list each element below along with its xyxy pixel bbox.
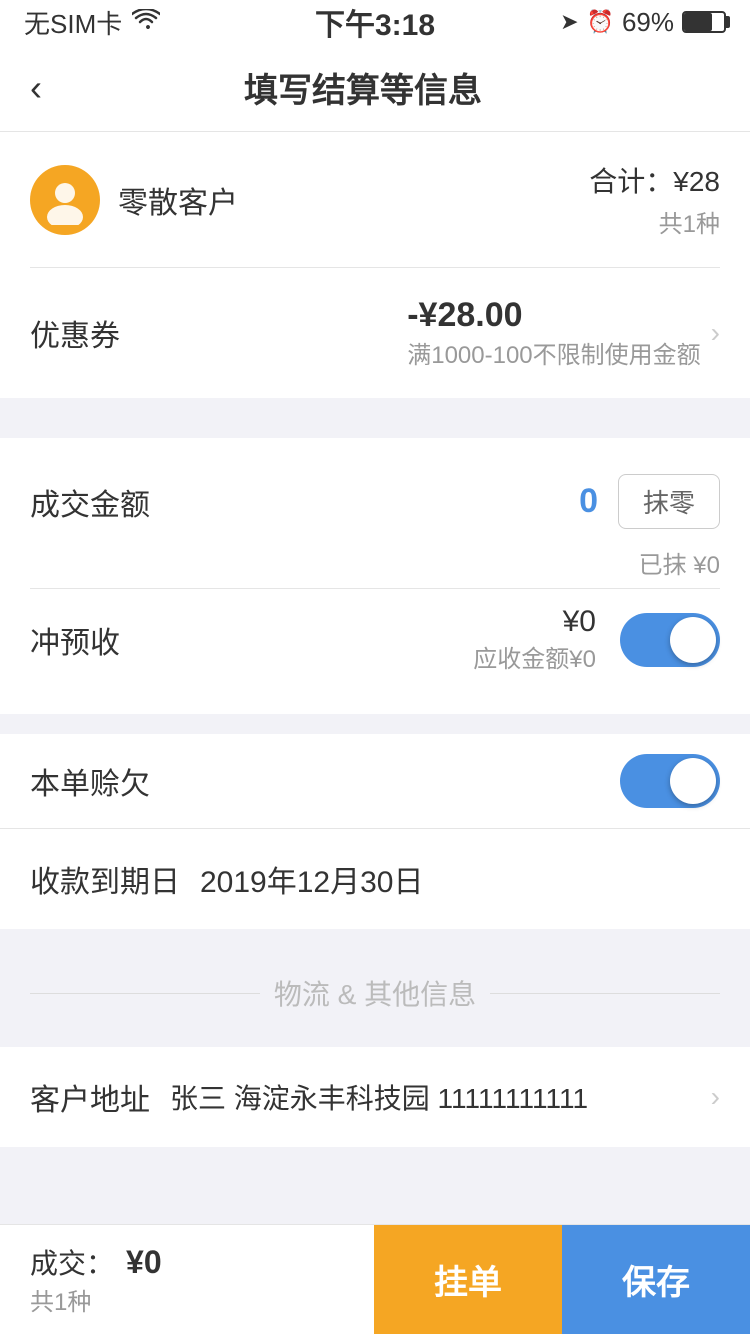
coupon-row[interactable]: 优惠券 -¥28.00 满1000-100不限制使用金额 › [0,268,750,398]
battery-label: 69% [622,7,674,38]
gray-separator-1 [0,418,750,438]
due-date-row[interactable]: 收款到期日 2019年12月30日 [0,829,750,929]
amount-row: 成交金额 0 抹零 [0,458,750,545]
bottom-bar: 成交： ¥0 共1种 挂单 保存 [0,1224,750,1334]
save-button[interactable]: 保存 [562,1225,750,1334]
pre-collect-right: ¥0 应收金额¥0 [473,605,720,674]
carrier-label: 无SIM卡 [24,4,122,41]
bottom-info: 成交： ¥0 共1种 [0,1242,374,1317]
status-left: 无SIM卡 [24,4,160,41]
pre-value: ¥0 [473,605,596,639]
gray-separator-2 [0,714,750,734]
bottom-buttons: 挂单 保存 [374,1225,750,1334]
bottom-transaction-label: 成交： [30,1242,114,1282]
address-value: 张三 海淀永丰科技园 11111111111 [170,1077,691,1117]
customer-left: 零散客户 [30,165,238,235]
transaction-label: 成交金额 [30,480,150,524]
transaction-section: 成交金额 0 抹零 已抹 ¥0 冲预收 ¥0 应收金额¥0 [0,438,750,714]
status-time: 下午3:18 [315,0,435,44]
logistics-label: 物流 & 其他信息 [30,973,720,1013]
status-bar: 无SIM卡 下午3:18 ➤ ⏰ 69% [0,0,750,44]
avatar [30,165,100,235]
bottom-amount: ¥0 [126,1244,162,1281]
pre-sub: 应收金额¥0 [473,639,596,674]
back-button[interactable]: ‹ [30,70,42,106]
due-date-value: 2019年12月30日 [200,857,423,901]
logistics-section: 物流 & 其他信息 [0,949,750,1037]
round-zero-button[interactable]: 抹零 [618,474,720,529]
due-date-label: 收款到期日 [30,857,180,901]
total-count: 共1种 [589,204,720,239]
coupon-sub-text: 满1000-100不限制使用金额 [407,335,700,370]
address-key: 客户地址 [30,1075,150,1119]
content: 零散客户 合计：¥28 共1种 优惠券 -¥28.00 满1000-100不限制… [0,132,750,1267]
credit-section: 本单赊欠 [0,734,750,828]
alarm-icon: ⏰ [587,9,614,35]
location-icon: ➤ [560,9,578,35]
pre-collect-values: ¥0 应收金额¥0 [473,605,596,674]
total-amount: 合计：¥28 [589,160,720,200]
pre-collect-row: 冲预收 ¥0 应收金额¥0 [0,589,750,694]
bottom-total: 成交： ¥0 [30,1242,344,1282]
customer-right: 合计：¥28 共1种 [589,160,720,239]
amount-right: 0 抹零 [579,474,720,529]
credit-label: 本单赊欠 [30,759,150,803]
wifi-icon [132,7,160,38]
logistics-text: 物流 & 其他信息 [274,973,476,1013]
hangup-button[interactable]: 挂单 [374,1225,562,1334]
nav-bar: ‹ 填写结算等信息 [0,44,750,132]
chevron-right-icon: › [711,317,720,349]
coupon-right: -¥28.00 满1000-100不限制使用金额 › [407,296,720,370]
credit-toggle[interactable] [620,754,720,808]
coupon-discount: -¥28.00 [407,296,700,335]
page-title: 填写结算等信息 [62,63,664,112]
customer-section: 零散客户 合计：¥28 共1种 优惠券 -¥28.00 满1000-100不限制… [0,132,750,398]
gray-separator-4 [0,1037,750,1047]
coupon-info: -¥28.00 满1000-100不限制使用金额 [407,296,700,370]
pre-collect-label: 冲预收 [30,618,120,662]
address-chevron-icon: › [711,1081,720,1113]
customer-row: 零散客户 合计：¥28 共1种 [0,132,750,267]
battery-icon [682,11,726,33]
rounded-sub: 已抹 ¥0 [0,545,750,588]
status-right: ➤ ⏰ 69% [560,7,726,38]
gray-separator-3 [0,929,750,949]
customer-name: 零散客户 [118,178,238,222]
coupon-label: 优惠券 [30,311,120,355]
address-row[interactable]: 客户地址 张三 海淀永丰科技园 11111111111 › [0,1047,750,1147]
pre-collect-toggle[interactable] [620,613,720,667]
bottom-count: 共1种 [30,1282,344,1317]
transaction-value: 0 [579,482,598,521]
